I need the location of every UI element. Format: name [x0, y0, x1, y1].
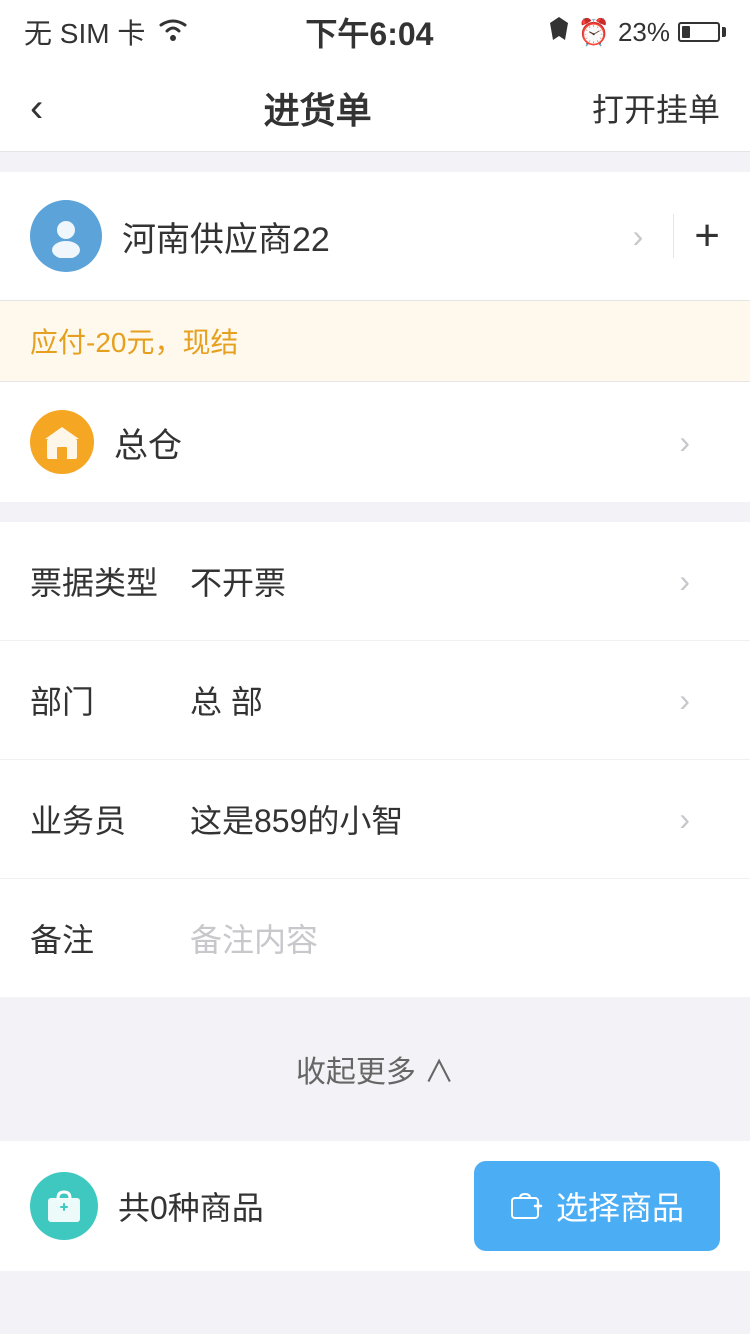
bottom-bar: 共0种商品 选择商品 [0, 1141, 750, 1271]
warehouse-row[interactable]: 总仓 › [0, 381, 750, 502]
dept-value: 总 部 [170, 677, 679, 723]
sales-row[interactable]: 业务员 这是859的小智 › [0, 760, 750, 879]
collapse-label: 收起更多 ∧ [296, 1056, 454, 1089]
status-bar: 无 SIM 卡 下午6:04 ⏰ 23% [0, 0, 750, 64]
status-right: ⏰ 23% [548, 16, 726, 49]
back-button[interactable]: ‹ [30, 88, 43, 128]
wifi-icon [155, 15, 191, 50]
note-input[interactable]: 备注内容 [170, 915, 720, 961]
battery-percent: 23% [618, 17, 670, 48]
product-count: 共0种商品 [118, 1183, 454, 1229]
supplier-row[interactable]: 河南供应商22 › + [0, 172, 750, 301]
invoice-value: 不开票 [170, 558, 679, 604]
sales-value: 这是859的小智 [170, 796, 679, 842]
sales-chevron-icon: › [679, 801, 690, 838]
nav-bar: ‹ 进货单 打开挂单 [0, 64, 750, 152]
warehouse-name: 总仓 [114, 418, 679, 467]
supplier-chevron-icon: › [633, 218, 644, 255]
collapse-button[interactable]: 收起更多 ∧ [0, 1017, 750, 1121]
supplier-name: 河南供应商22 [122, 212, 633, 261]
open-pending-button[interactable]: 打开挂单 [592, 85, 720, 131]
select-product-label: 选择商品 [556, 1183, 684, 1229]
invoice-row[interactable]: 票据类型 不开票 › [0, 522, 750, 641]
battery-icon [678, 22, 726, 42]
add-supplier-button[interactable]: + [673, 214, 720, 258]
warehouse-chevron-icon: › [679, 424, 690, 461]
page-title: 进货单 [264, 82, 372, 134]
form-section: 票据类型 不开票 › 部门 总 部 › 业务员 这是859的小智 › 备注 备注… [0, 522, 750, 997]
select-product-button[interactable]: 选择商品 [474, 1161, 720, 1251]
notice-text: 应付-20元，现结 [30, 327, 238, 358]
status-left: 无 SIM 卡 [24, 12, 191, 52]
warehouse-icon [30, 410, 94, 474]
dept-label: 部门 [30, 677, 170, 723]
section-gap-1 [0, 152, 750, 172]
sales-label: 业务员 [30, 796, 170, 842]
invoice-label: 票据类型 [30, 558, 170, 604]
dept-row[interactable]: 部门 总 部 › [0, 641, 750, 760]
alarm-icon: ⏰ [578, 17, 610, 48]
product-icon [30, 1172, 98, 1240]
supplier-notice-banner: 应付-20元，现结 [0, 301, 750, 381]
invoice-chevron-icon: › [679, 563, 690, 600]
dept-chevron-icon: › [679, 682, 690, 719]
location-icon [548, 16, 570, 49]
note-label: 备注 [30, 915, 170, 961]
carrier-label: 无 SIM 卡 [24, 12, 145, 52]
status-time: 下午6:04 [305, 9, 433, 55]
supplier-card: 河南供应商22 › + 应付-20元，现结 总仓 › [0, 172, 750, 502]
note-row[interactable]: 备注 备注内容 [0, 879, 750, 997]
supplier-avatar [30, 200, 102, 272]
